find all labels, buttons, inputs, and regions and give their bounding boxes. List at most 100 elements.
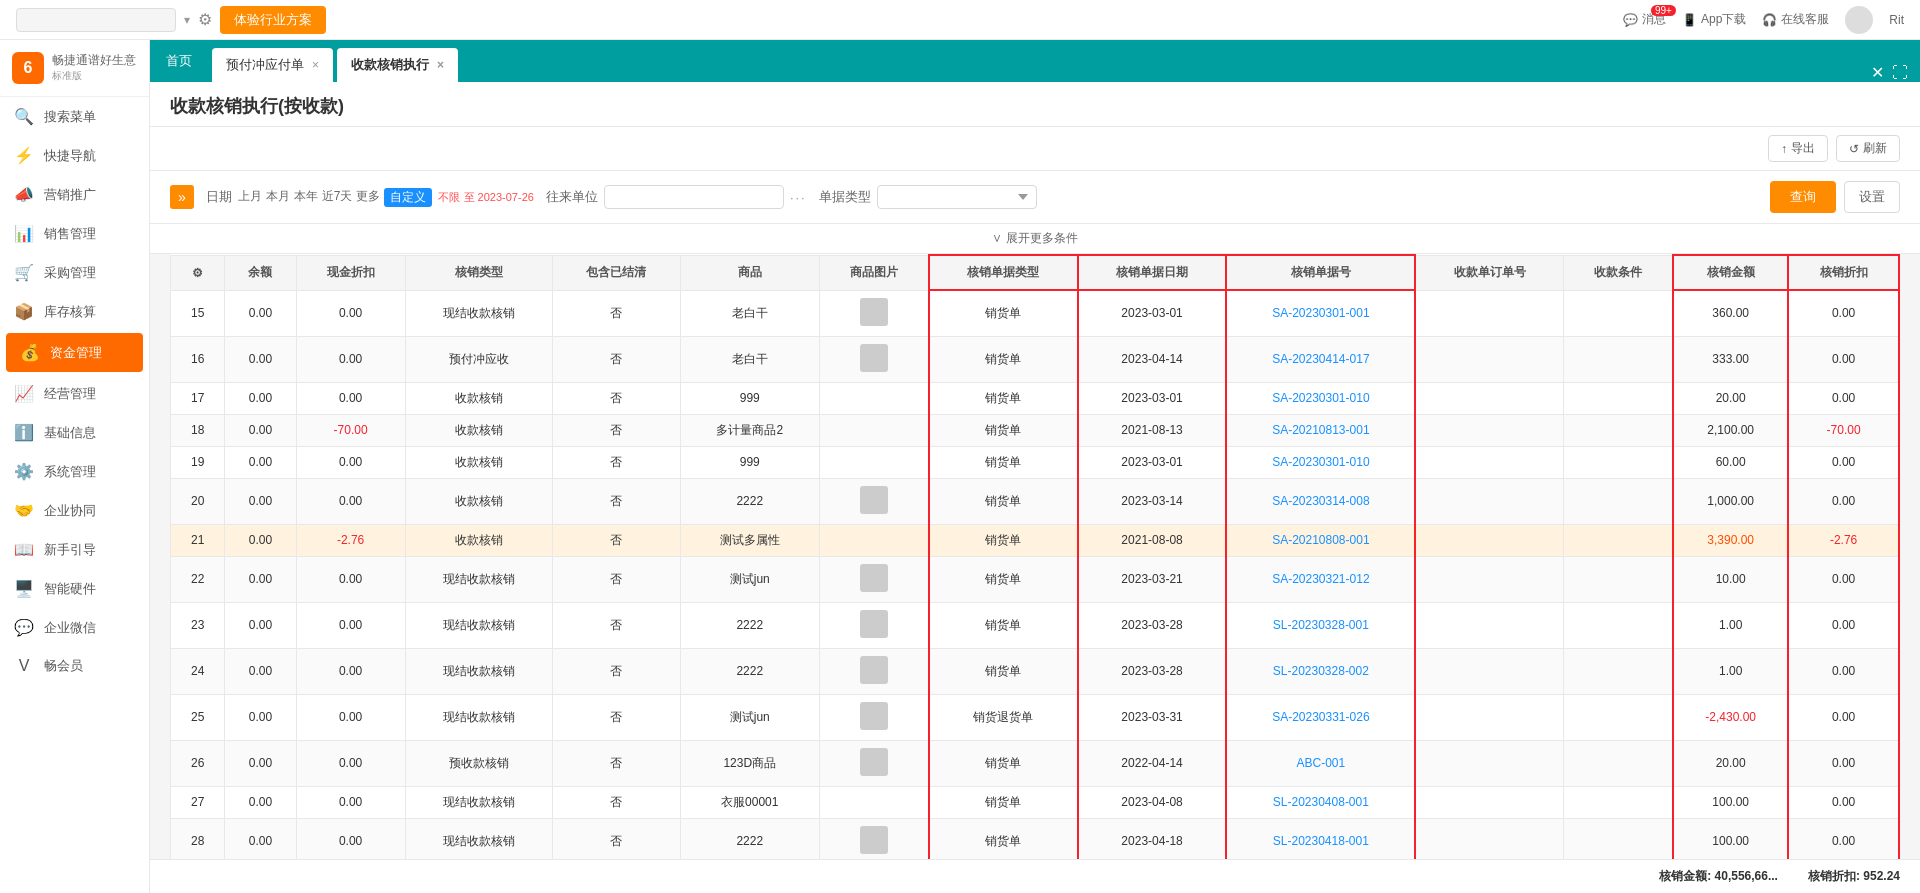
voucher-no-link[interactable]: SA-20230314-008 [1272, 494, 1369, 508]
col-voucher-no: 核销单据号 [1226, 255, 1415, 290]
cell-cash-discount: 0.00 [296, 556, 405, 602]
voucher-no-link[interactable]: SA-20230331-026 [1272, 710, 1369, 724]
voucher-no-link[interactable]: SL-20230328-002 [1273, 664, 1369, 678]
sidebar-item-企业协同[interactable]: 🤝企业协同 [0, 491, 149, 530]
export-button[interactable]: ↑ 导出 [1768, 135, 1828, 162]
date-this-month[interactable]: 本月 [266, 188, 290, 207]
user-avatar[interactable] [1845, 6, 1873, 34]
cell-goods-img [819, 648, 929, 694]
voucher-no-link[interactable]: SA-20230301-010 [1272, 391, 1369, 405]
cell-goods: 老白干 [680, 290, 819, 336]
sidebar-item-label: 智能硬件 [44, 580, 96, 598]
sidebar-item-系统管理[interactable]: ⚙️系统管理 [0, 452, 149, 491]
settings-button[interactable]: 设置 [1844, 181, 1900, 213]
sidebar-item-销售管理[interactable]: 📊销售管理 [0, 214, 149, 253]
cell-goods: 测试jun [680, 556, 819, 602]
table-row: 17 0.00 0.00 收款核销 否 999 销货单 2023-03-01 S… [171, 382, 1900, 414]
date-custom[interactable]: 自定义 [384, 188, 432, 207]
partner-more-icon[interactable]: ··· [790, 190, 807, 205]
cell-settled: 否 [552, 556, 680, 602]
sidebar-icon: 🔍 [14, 107, 34, 126]
expand-more-row[interactable]: ∨ 展开更多条件 [150, 224, 1920, 254]
cell-type: 现结收款核销 [405, 556, 552, 602]
cell-cash-discount: 0.00 [296, 694, 405, 740]
sidebar-item-营销推广[interactable]: 📣营销推广 [0, 175, 149, 214]
query-button[interactable]: 查询 [1770, 181, 1836, 213]
sidebar-item-智能硬件[interactable]: 🖥️智能硬件 [0, 569, 149, 608]
cell-receipt-cond [1563, 524, 1673, 556]
cell-receipt-cond [1563, 382, 1673, 414]
cell-receipt-order [1415, 524, 1563, 556]
industry-solution-button[interactable]: 体验行业方案 [220, 6, 326, 34]
voucher-no-link[interactable]: SL-20230328-001 [1273, 618, 1369, 632]
cell-receipt-cond [1563, 694, 1673, 740]
cell-receipt-order [1415, 648, 1563, 694]
voucher-no-link[interactable]: SA-20210813-001 [1272, 423, 1369, 437]
messages-button[interactable]: 💬 消息 99+ [1623, 11, 1666, 28]
table-row: 27 0.00 0.00 现结收款核销 否 衣服00001 销货单 2023-0… [171, 786, 1900, 818]
sidebar-item-基础信息[interactable]: ℹ️基础信息 [0, 413, 149, 452]
cell-balance: 0.00 [225, 740, 296, 786]
cell-settled: 否 [552, 524, 680, 556]
cell-receipt-order [1415, 446, 1563, 478]
chevron-down-icon[interactable]: ▾ [184, 13, 190, 27]
top-bar-right: 💬 消息 99+ 📱 App下载 🎧 在线客服 Rit [1623, 6, 1904, 34]
voucher-no-link[interactable]: SA-20230414-017 [1272, 352, 1369, 366]
voucher-type-select[interactable] [877, 185, 1037, 209]
partner-input[interactable] [604, 185, 784, 209]
top-bar: ▾ ⚙ 体验行业方案 💬 消息 99+ 📱 App下载 🎧 在线客服 Rit [0, 0, 1920, 40]
cell-settled: 否 [552, 648, 680, 694]
voucher-no-link[interactable]: SL-20230418-001 [1273, 834, 1369, 848]
sidebar-item-资金管理[interactable]: 💰资金管理 [6, 333, 143, 372]
tab-home[interactable]: 首页 [150, 40, 208, 82]
cell-cash-discount: 0.00 [296, 648, 405, 694]
date-last-month[interactable]: 上月 [238, 188, 262, 207]
close-icon[interactable]: × [312, 58, 319, 72]
cell-voucher-no: SA-20230301-001 [1226, 290, 1415, 336]
cell-goods: 测试jun [680, 694, 819, 740]
sidebar-item-搜索菜单[interactable]: 🔍搜索菜单 [0, 97, 149, 136]
sidebar-item-采购管理[interactable]: 🛒采购管理 [0, 253, 149, 292]
sidebar-item-快捷导航[interactable]: ⚡快捷导航 [0, 136, 149, 175]
app-download-link[interactable]: 📱 App下载 [1682, 11, 1746, 28]
voucher-no-link[interactable]: SA-20230301-010 [1272, 455, 1369, 469]
voucher-no-link[interactable]: SA-20230321-012 [1272, 572, 1369, 586]
voucher-no-link[interactable]: SA-20230301-001 [1272, 306, 1369, 320]
voucher-no-link[interactable]: SA-20210808-001 [1272, 533, 1369, 547]
cell-settled: 否 [552, 382, 680, 414]
cell-amount: 20.00 [1673, 740, 1788, 786]
sidebar-item-label: 企业协同 [44, 502, 96, 520]
date-7days[interactable]: 近7天 [322, 188, 353, 207]
cell-receipt-order [1415, 740, 1563, 786]
sidebar-icon: ⚡ [14, 146, 34, 165]
cell-settled: 否 [552, 818, 680, 859]
col-receipt-order: 收款单订单号 [1415, 255, 1563, 290]
filter-expand-button[interactable]: » [170, 185, 194, 209]
sidebar-item-经营管理[interactable]: 📈经营管理 [0, 374, 149, 413]
sidebar-item-新手引导[interactable]: 📖新手引导 [0, 530, 149, 569]
close-icon[interactable]: × [437, 58, 444, 72]
tab-prepay[interactable]: 预付冲应付单 × [212, 48, 333, 82]
filter-voucher-type-group: 单据类型 [819, 185, 1037, 209]
voucher-no-link[interactable]: ABC-001 [1297, 756, 1346, 770]
cell-receipt-cond [1563, 414, 1673, 446]
voucher-no-link[interactable]: SL-20230408-001 [1273, 795, 1369, 809]
date-more[interactable]: 更多 [356, 188, 380, 207]
cell-type: 收款核销 [405, 478, 552, 524]
window-maximize-icon[interactable]: ⛶ [1892, 64, 1908, 82]
sidebar-item-企业微信[interactable]: 💬企业微信 [0, 608, 149, 647]
cell-type: 现结收款核销 [405, 786, 552, 818]
table-row: 28 0.00 0.00 现结收款核销 否 2222 销货单 2023-04-1… [171, 818, 1900, 859]
tab-controls: ✕ ⛶ [1871, 63, 1920, 82]
gear-icon[interactable]: ⚙ [198, 10, 212, 29]
search-input[interactable] [16, 8, 176, 32]
online-service-link[interactable]: 🎧 在线客服 [1762, 11, 1829, 28]
date-this-year[interactable]: 本年 [294, 188, 318, 207]
window-close-icon[interactable]: ✕ [1871, 63, 1884, 82]
refresh-button[interactable]: ↺ 刷新 [1836, 135, 1900, 162]
sidebar-item-畅会员[interactable]: V畅会员 [0, 647, 149, 685]
sidebar-item-库存核算[interactable]: 📦库存核算 [0, 292, 149, 331]
data-table: ⚙ 余额 现金折扣 核销类型 包含已结清 商品 商品图片 核销单据类型 核销单据… [170, 254, 1900, 859]
tab-receipt[interactable]: 收款核销执行 × [337, 48, 458, 82]
voucher-type-label: 单据类型 [819, 188, 871, 206]
